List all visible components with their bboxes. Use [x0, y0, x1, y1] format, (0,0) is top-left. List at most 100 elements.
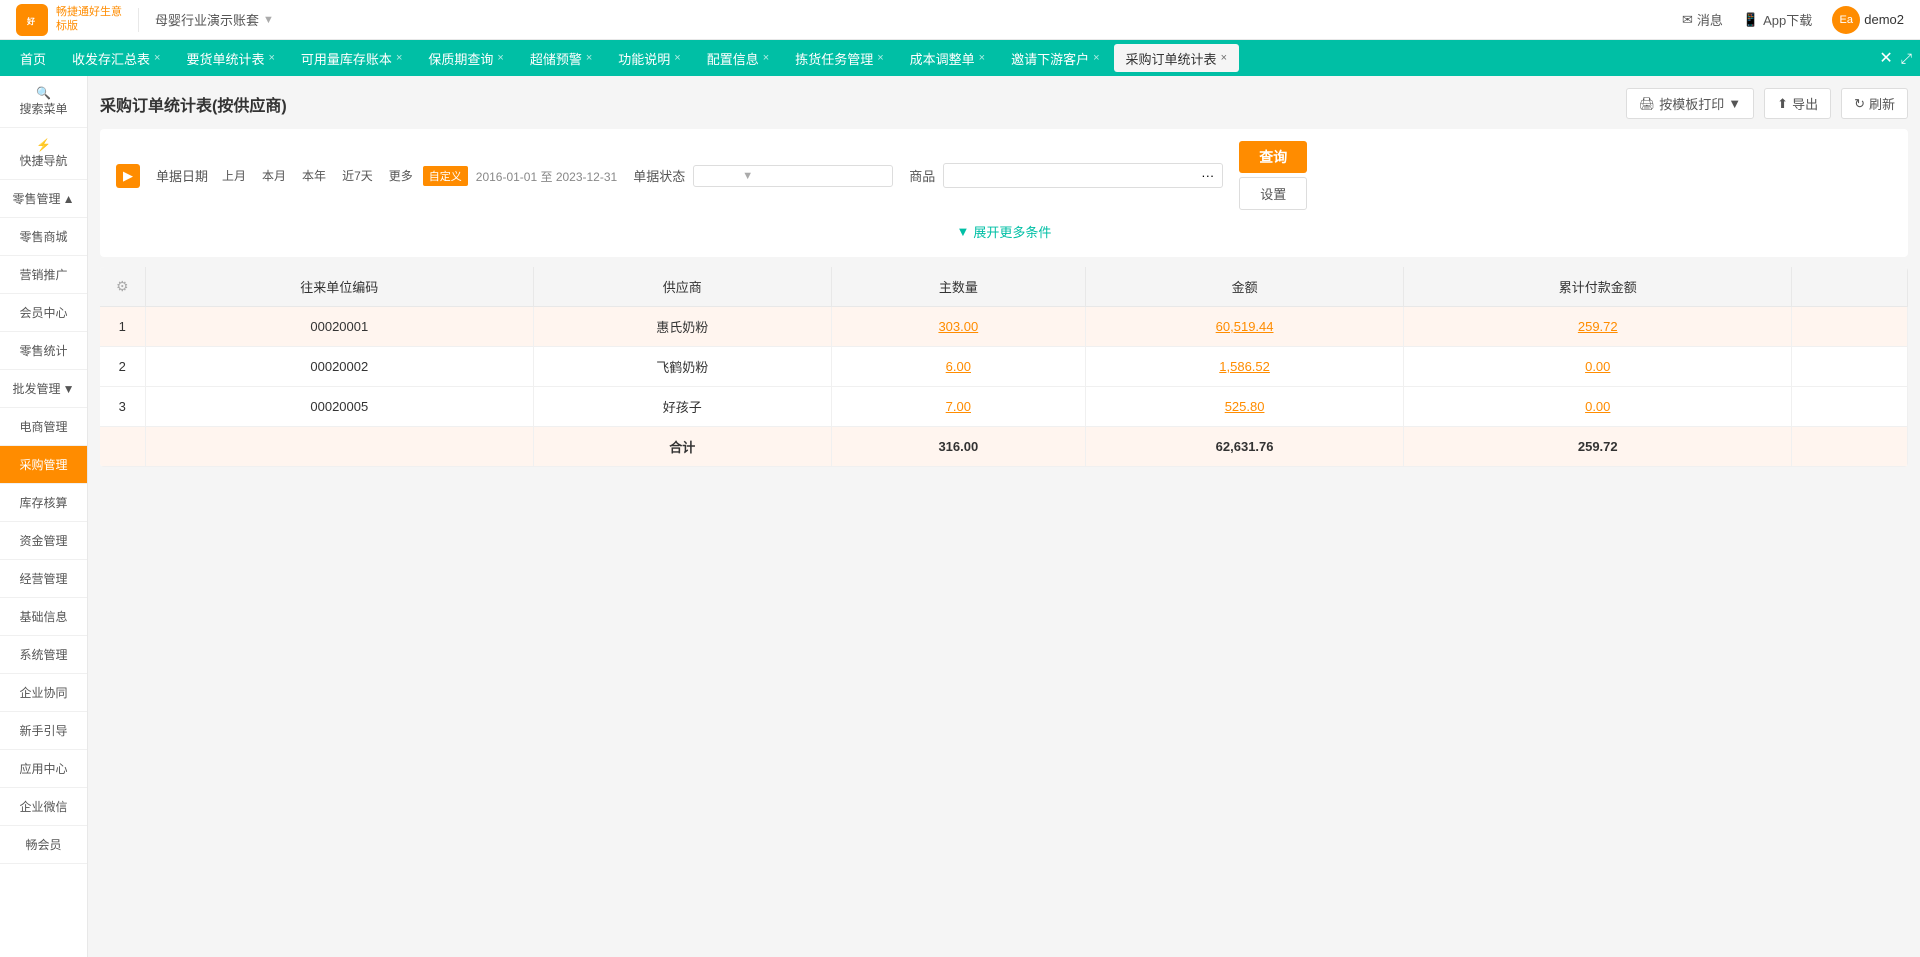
- sidebar-item-app-center[interactable]: 应用中心: [0, 750, 87, 788]
- sidebar-item-system[interactable]: 系统管理: [0, 636, 87, 674]
- date-more[interactable]: 更多: [383, 165, 419, 186]
- sidebar-item-enterprise-collab[interactable]: 企业协同: [0, 674, 87, 712]
- close-tab-9-icon[interactable]: ×: [1093, 52, 1099, 64]
- nav-tab-0[interactable]: 收发存汇总表 ×: [60, 44, 172, 72]
- refresh-button[interactable]: ↻ 刷新: [1841, 88, 1908, 119]
- row-qty-1[interactable]: 303.00: [831, 307, 1086, 347]
- workspace-dropdown-icon: ▼: [263, 14, 274, 26]
- close-tab-0-icon[interactable]: ×: [154, 52, 160, 64]
- close-tab-5-icon[interactable]: ×: [674, 52, 680, 64]
- data-table: ⚙ 往来单位编码 供应商 主数量 金额 累计付款金额 1 00020001: [100, 267, 1908, 467]
- row-extra-1: [1792, 307, 1908, 347]
- row-qty-2[interactable]: 6.00: [831, 347, 1086, 387]
- sidebar-item-weixin[interactable]: 企业微信: [0, 788, 87, 826]
- close-tab-6-icon[interactable]: ×: [763, 52, 769, 64]
- close-tab-4-icon[interactable]: ×: [586, 52, 592, 64]
- sidebar-item-operations[interactable]: 经营管理: [0, 560, 87, 598]
- date-custom-tag[interactable]: 自定义: [423, 166, 468, 186]
- sidebar-item-marketing[interactable]: 营销推广: [0, 256, 87, 294]
- date-7-days[interactable]: 近7天: [336, 165, 379, 186]
- print-button[interactable]: 🖨 按模板打印 ▼: [1626, 88, 1754, 119]
- table-gear-icon[interactable]: ⚙: [116, 278, 129, 294]
- status-select[interactable]: ▼: [693, 165, 893, 187]
- row-amount-1[interactable]: 60,519.44: [1086, 307, 1404, 347]
- sidebar-item-shortcuts[interactable]: ⚡ 快捷导航: [0, 128, 87, 180]
- query-button[interactable]: 查询: [1239, 141, 1307, 173]
- row-paid-1[interactable]: 259.72: [1404, 307, 1792, 347]
- nav-tab-4[interactable]: 超储预警 ×: [518, 44, 604, 72]
- nav-tab-3[interactable]: 保质期查询 ×: [416, 44, 515, 72]
- workspace-selector[interactable]: 母婴行业演示账套 ▼: [155, 10, 274, 29]
- sidebar-item-members[interactable]: 会员中心: [0, 294, 87, 332]
- expand-icon: ▼: [957, 224, 970, 239]
- row-supplier-1: 惠氏奶粉: [534, 307, 831, 347]
- user-name: demo2: [1864, 12, 1904, 27]
- refresh-icon: ↻: [1854, 96, 1865, 112]
- close-tab-2-icon[interactable]: ×: [396, 52, 402, 64]
- footer-paid: 259.72: [1404, 427, 1792, 467]
- row-code-3: 00020005: [145, 387, 533, 427]
- sidebar-item-search[interactable]: 🔍 搜索菜单: [0, 76, 87, 128]
- sidebar-item-inventory[interactable]: 库存核算: [0, 484, 87, 522]
- close-tab-10-icon[interactable]: ×: [1221, 52, 1227, 64]
- nav-tab-6[interactable]: 配置信息 ×: [695, 44, 781, 72]
- printer-icon: 🖨: [1639, 96, 1656, 112]
- col-paid: 累计付款金额: [1404, 267, 1792, 307]
- row-paid-2[interactable]: 0.00: [1404, 347, 1792, 387]
- row-qty-3[interactable]: 7.00: [831, 387, 1086, 427]
- expand-more-btn[interactable]: ▼ 展开更多条件: [949, 218, 1060, 245]
- header-right: ✉ 消息 📱 App下载 Ea demo2: [1682, 6, 1904, 34]
- settings-button[interactable]: 设置: [1239, 177, 1307, 210]
- sidebar-item-retail-mgmt[interactable]: 零售管理 ▲: [0, 180, 87, 218]
- user-area[interactable]: Ea demo2: [1832, 6, 1904, 34]
- shortcuts-icon: ⚡: [36, 138, 51, 152]
- search-icon: 🔍: [36, 86, 51, 100]
- footer-empty-2: [145, 427, 533, 467]
- sidebar-item-new-guide[interactable]: 新手引导: [0, 712, 87, 750]
- close-tab-8-icon[interactable]: ×: [979, 52, 985, 64]
- date-this-month[interactable]: 本月: [256, 165, 292, 186]
- nav-tab-7[interactable]: 拣货任务管理 ×: [783, 44, 895, 72]
- goods-input[interactable]: ···: [943, 163, 1223, 188]
- sidebar-item-ecommerce[interactable]: 电商管理: [0, 408, 87, 446]
- nav-tab-1[interactable]: 要货单统计表 ×: [174, 44, 286, 72]
- export-button[interactable]: ⬆ 导出: [1764, 88, 1831, 119]
- sidebar-item-wholesale[interactable]: 批发管理 ▼: [0, 370, 87, 408]
- top-header: 好 畅捷通好生意 标版 母婴行业演示账套 ▼ ✉ 消息 📱 App下载 Ea d…: [0, 0, 1920, 40]
- goods-more-icon[interactable]: ···: [1201, 168, 1214, 183]
- page-title: 采购订单统计表(按供应商): [100, 92, 287, 116]
- row-amount-2[interactable]: 1,586.52: [1086, 347, 1404, 387]
- footer-extra: [1792, 427, 1908, 467]
- sidebar-item-basics[interactable]: 基础信息: [0, 598, 87, 636]
- filter-panel: ▶ 单据日期 上月 本月 本年 近7天 更多 自定义 2016-01-01 至 …: [100, 129, 1908, 257]
- expand-row: ▼ 展开更多条件: [116, 218, 1892, 245]
- sidebar-item-purchase[interactable]: 采购管理: [0, 446, 87, 484]
- footer-quantity: 316.00: [831, 427, 1086, 467]
- row-supplier-3: 好孩子: [534, 387, 831, 427]
- app-download-btn[interactable]: 📱 App下载: [1743, 10, 1812, 29]
- nav-home-tab[interactable]: 首页: [8, 49, 58, 68]
- nav-tab-5[interactable]: 功能说明 ×: [606, 44, 692, 72]
- row-num-2: 2: [100, 347, 145, 387]
- nav-tab-8[interactable]: 成本调整单 ×: [898, 44, 997, 72]
- date-this-year[interactable]: 本年: [296, 165, 332, 186]
- close-tab-7-icon[interactable]: ×: [877, 52, 883, 64]
- row-supplier-2: 飞鹤奶粉: [534, 347, 831, 387]
- nav-tab-9[interactable]: 邀请下游客户 ×: [999, 44, 1111, 72]
- date-last-month[interactable]: 上月: [216, 165, 252, 186]
- filter-toggle-icon[interactable]: ▶: [116, 164, 140, 188]
- nav-fullscreen-icon[interactable]: ⤢: [1901, 50, 1912, 67]
- nav-close-all-icon[interactable]: ✕: [1879, 48, 1892, 68]
- row-paid-3[interactable]: 0.00: [1404, 387, 1792, 427]
- close-tab-1-icon[interactable]: ×: [268, 52, 274, 64]
- close-tab-3-icon[interactable]: ×: [497, 52, 503, 64]
- sidebar-item-member-plus[interactable]: 畅会员: [0, 826, 87, 864]
- sidebar-item-finance[interactable]: 资金管理: [0, 522, 87, 560]
- row-amount-3[interactable]: 525.80: [1086, 387, 1404, 427]
- nav-tab-10[interactable]: 采购订单统计表 ×: [1114, 44, 1239, 72]
- sidebar-item-retail-store[interactable]: 零售商城: [0, 218, 87, 256]
- message-btn[interactable]: ✉ 消息: [1682, 10, 1723, 29]
- sidebar-item-retail-stats[interactable]: 零售统计: [0, 332, 87, 370]
- col-supplier: 供应商: [534, 267, 831, 307]
- nav-tab-2[interactable]: 可用量库存账本 ×: [289, 44, 414, 72]
